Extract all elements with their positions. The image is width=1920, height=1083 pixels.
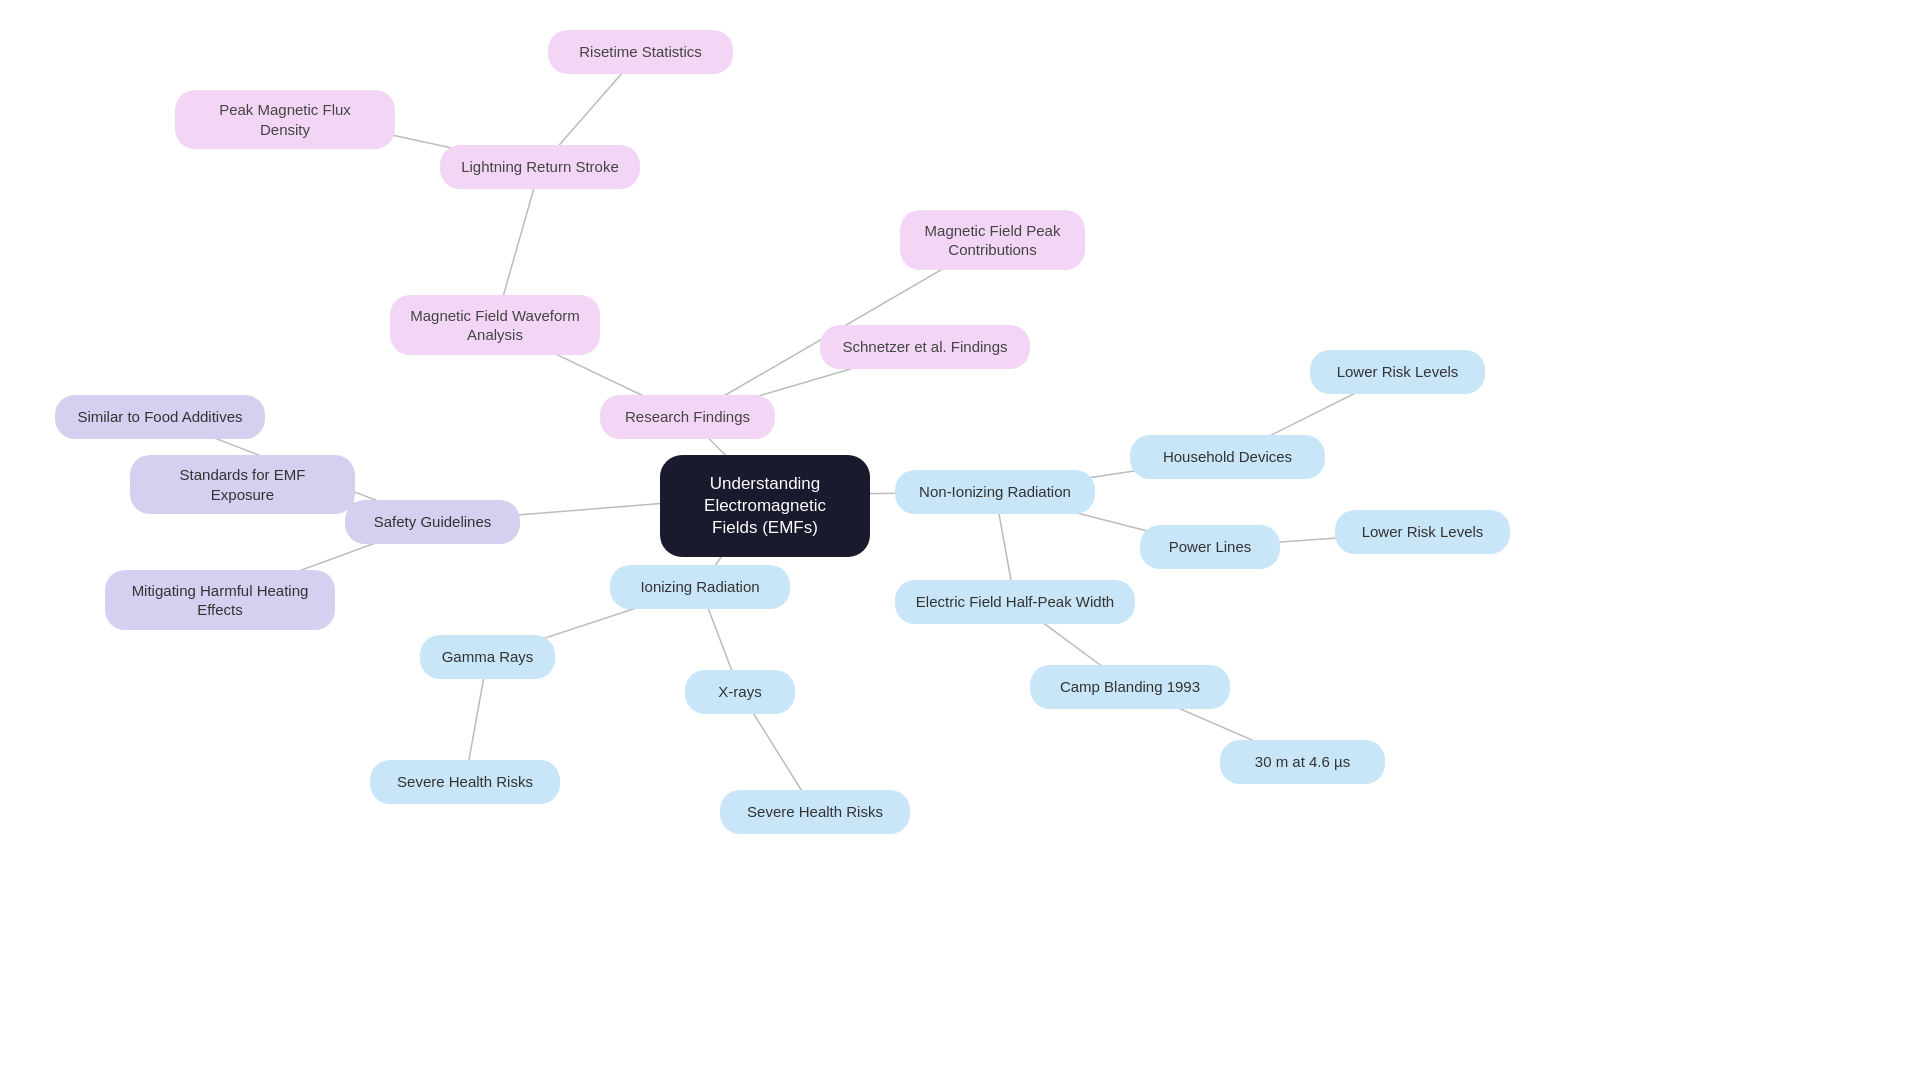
node-similar-food[interactable]: Similar to Food Additives (55, 395, 265, 439)
node-severe1[interactable]: Severe Health Risks (370, 760, 560, 804)
node-safety[interactable]: Safety Guidelines (345, 500, 520, 544)
node-electric-half[interactable]: Electric Field Half-Peak Width (895, 580, 1135, 624)
node-gamma[interactable]: Gamma Rays (420, 635, 555, 679)
node-lower1[interactable]: Lower Risk Levels (1310, 350, 1485, 394)
node-lower2[interactable]: Lower Risk Levels (1335, 510, 1510, 554)
node-mf-peak[interactable]: Magnetic Field Peak Contributions (900, 210, 1085, 270)
node-peak-flux[interactable]: Peak Magnetic Flux Density (175, 90, 395, 149)
node-mitigating[interactable]: Mitigating Harmful Heating Effects (105, 570, 335, 630)
connection-lines (0, 0, 1920, 1083)
node-research[interactable]: Research Findings (600, 395, 775, 439)
node-ionizing[interactable]: Ionizing Radiation (610, 565, 790, 609)
node-risetime[interactable]: Risetime Statistics (548, 30, 733, 74)
center-node: Understanding Electromagnetic Fields (EM… (660, 455, 870, 557)
node-power-lines[interactable]: Power Lines (1140, 525, 1280, 569)
node-xrays[interactable]: X-rays (685, 670, 795, 714)
node-non-ionizing[interactable]: Non-Ionizing Radiation (895, 470, 1095, 514)
node-camp[interactable]: Camp Blanding 1993 (1030, 665, 1230, 709)
node-household[interactable]: Household Devices (1130, 435, 1325, 479)
node-schnetzer[interactable]: Schnetzer et al. Findings (820, 325, 1030, 369)
node-standards[interactable]: Standards for EMF Exposure (130, 455, 355, 514)
node-30m[interactable]: 30 m at 4.6 µs (1220, 740, 1385, 784)
node-lightning[interactable]: Lightning Return Stroke (440, 145, 640, 189)
node-severe2[interactable]: Severe Health Risks (720, 790, 910, 834)
node-waveform[interactable]: Magnetic Field Waveform Analysis (390, 295, 600, 355)
